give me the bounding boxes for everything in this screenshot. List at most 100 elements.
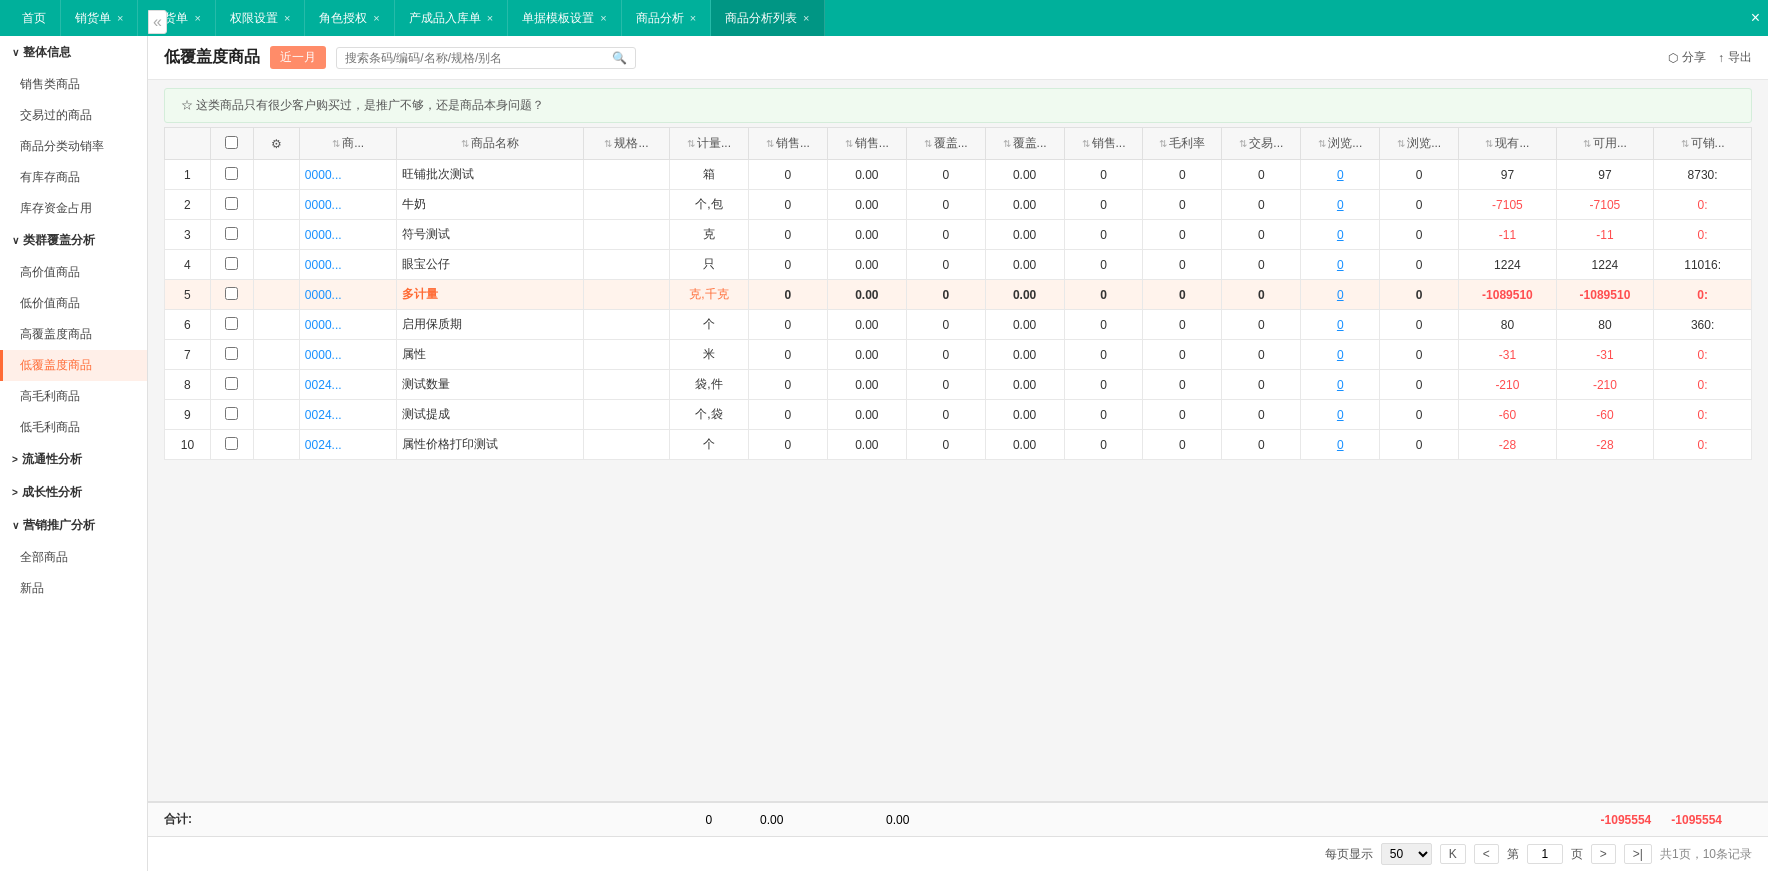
sidebar-section-coverage[interactable]: ∨ 类群覆盖分析 [0,224,147,257]
cell-avail: -60 [1556,400,1654,430]
row-checkbox[interactable] [225,227,238,240]
col-header-settings[interactable]: ⚙ [253,128,299,160]
next-page-button[interactable]: > [1591,844,1616,864]
row-checkbox[interactable] [225,167,238,180]
sidebar-item-low-value[interactable]: 低价值商品 [0,288,147,319]
close-icon[interactable]: × [194,12,200,24]
tab-role[interactable]: 角色授权 × [305,0,394,36]
cell-sales-amt: 0.00 [827,250,906,280]
browse-link[interactable]: 0 [1337,258,1344,272]
sidebar-item-sales-change-rate[interactable]: 商品分类动销率 [0,131,147,162]
close-icon[interactable]: × [690,12,696,24]
row-checkbox[interactable] [225,287,238,300]
search-input[interactable] [345,51,606,65]
row-checkbox[interactable] [225,197,238,210]
row-checkbox[interactable] [225,347,238,360]
cell-cover1: 0 [906,370,985,400]
cell-sales-amt: 0.00 [827,340,906,370]
sidebar-section-marketing[interactable]: ∨ 营销推广分析 [0,509,147,542]
cell-check[interactable] [210,160,253,190]
cell-cur: -60 [1459,400,1557,430]
prev-page-button[interactable]: < [1474,844,1499,864]
row-checkbox[interactable] [225,437,238,450]
sidebar-item-new-products[interactable]: 新品 [0,573,147,604]
cell-check[interactable] [210,370,253,400]
tab-template[interactable]: 单据模板设置 × [508,0,621,36]
sidebar-item-all-products[interactable]: 全部商品 [0,542,147,573]
close-icon[interactable]: × [487,12,493,24]
col-header-check[interactable] [210,128,253,160]
cell-check[interactable] [210,220,253,250]
browse-link[interactable]: 0 [1337,318,1344,332]
share-button[interactable]: ⬡ 分享 [1668,49,1706,66]
sidebar-item-with-stock[interactable]: 有库存商品 [0,162,147,193]
cell-sellable: 0: [1654,190,1752,220]
tab-analysis[interactable]: 商品分析 × [622,0,711,36]
browse-link[interactable]: 0 [1337,228,1344,242]
tab-permissions[interactable]: 权限设置 × [216,0,305,36]
cell-cur: -210 [1459,370,1557,400]
settings-icon[interactable]: ⚙ [271,137,282,151]
cell-check[interactable] [210,250,253,280]
close-all-button[interactable]: × [1751,9,1760,27]
close-icon[interactable]: × [600,12,606,24]
tab-product-entry[interactable]: 产成品入库单 × [395,0,508,36]
tab-home[interactable]: 首页 [8,0,61,36]
row-checkbox[interactable] [225,257,238,270]
export-button[interactable]: ↑ 导出 [1718,49,1752,66]
close-icon[interactable]: × [284,12,290,24]
sidebar-item-high-coverage[interactable]: 高覆盖度商品 [0,319,147,350]
cell-sales2: 0 [1064,250,1143,280]
content-header: 低覆盖度商品 近一月 🔍 ⬡ 分享 ↑ 导出 [148,36,1768,80]
content-area: 低覆盖度商品 近一月 🔍 ⬡ 分享 ↑ 导出 ☆ 这类商品只有很少客户购买过，是… [148,36,1768,871]
sidebar-item-traded-products[interactable]: 交易过的商品 [0,100,147,131]
per-page-select[interactable]: 50 10 20 100 [1381,843,1432,865]
tab-sales[interactable]: 销货单 × [61,0,138,36]
cell-check[interactable] [210,310,253,340]
cell-name: 测试数量 [397,370,584,400]
cell-gross: 0 [1143,250,1222,280]
sidebar-item-low-coverage[interactable]: 低覆盖度商品 [0,350,147,381]
table-container[interactable]: ⚙ ⇅ 商... ⇅ 商品名称 [148,127,1768,801]
browse-link[interactable]: 0 [1337,408,1344,422]
cell-sellable: 0: [1654,430,1752,460]
browse-link[interactable]: 0 [1337,438,1344,452]
first-page-button[interactable]: K [1440,844,1466,864]
cell-settings [253,250,299,280]
sidebar-item-stock-capital[interactable]: 库存资金占用 [0,193,147,224]
cell-check[interactable] [210,280,253,310]
browse-link[interactable]: 0 [1337,288,1344,302]
sidebar-item-high-value[interactable]: 高价值商品 [0,257,147,288]
sidebar-section-overall[interactable]: ∨ 整体信息 [0,36,147,69]
close-icon[interactable]: × [117,12,123,24]
select-all-checkbox[interactable] [225,136,238,149]
sidebar-section-flow[interactable]: > 流通性分析 [0,443,147,476]
time-filter-button[interactable]: 近一月 [270,46,326,69]
close-icon[interactable]: × [373,12,379,24]
browse-link[interactable]: 0 [1337,378,1344,392]
cell-check[interactable] [210,400,253,430]
sidebar-item-high-profit[interactable]: 高毛利商品 [0,381,147,412]
cell-unit: 个,包 [670,190,749,220]
sidebar-item-low-profit[interactable]: 低毛利商品 [0,412,147,443]
table-row: 3 0000... 符号测试 克 0 0.00 0 0.00 0 0 0 0 0… [165,220,1752,250]
close-icon[interactable]: × [803,12,809,24]
sidebar-item-sales-products[interactable]: 销售类商品 [0,69,147,100]
browse-link[interactable]: 0 [1337,198,1344,212]
row-checkbox[interactable] [225,407,238,420]
sidebar-section-growth[interactable]: > 成长性分析 [0,476,147,509]
tab-analysis-list[interactable]: 商品分析列表 × [711,0,824,36]
page-number-input[interactable] [1527,844,1563,864]
browse-link[interactable]: 0 [1337,348,1344,362]
cell-check[interactable] [210,190,253,220]
main-container: ∨ 整体信息 销售类商品 交易过的商品 商品分类动销率 有库存商品 库存资金占用… [0,36,1768,871]
sidebar-collapse-button[interactable]: « [148,10,167,34]
browse-link[interactable]: 0 [1337,168,1344,182]
cell-check[interactable] [210,430,253,460]
last-page-button[interactable]: >| [1624,844,1652,864]
cell-sales-amt: 0.00 [827,160,906,190]
row-checkbox[interactable] [225,317,238,330]
cell-check[interactable] [210,340,253,370]
row-checkbox[interactable] [225,377,238,390]
sort-icon: ⇅ [1681,138,1689,149]
